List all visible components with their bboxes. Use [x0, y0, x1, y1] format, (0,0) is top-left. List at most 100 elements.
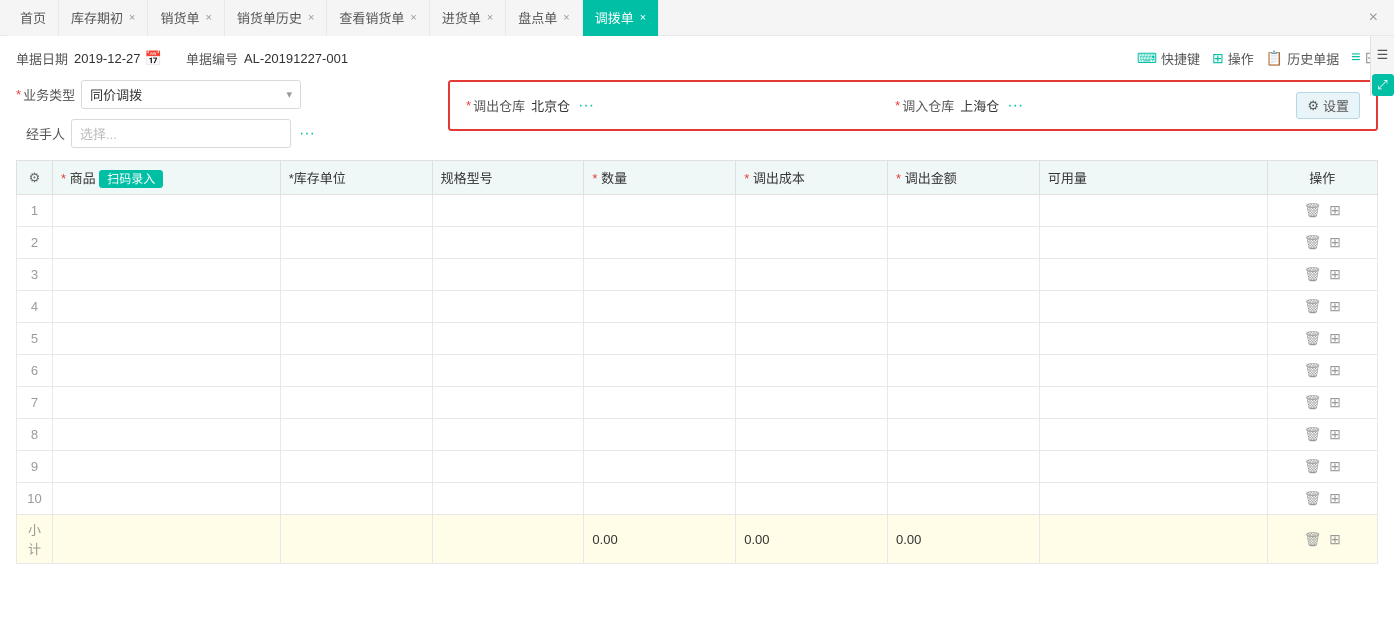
row-delete-icon-1[interactable]: 🗑 [1304, 202, 1322, 218]
close-tab-transfer-order[interactable]: × [640, 12, 646, 24]
row-available-6[interactable] [1039, 355, 1267, 387]
out-warehouse-more-icon[interactable]: ··· [578, 97, 594, 115]
row-amount-4[interactable] [888, 291, 1040, 323]
row-amount-10[interactable] [888, 483, 1040, 515]
close-tab-inventory-init[interactable]: × [129, 12, 135, 24]
row-spec-1[interactable] [432, 195, 584, 227]
row-amount-3[interactable] [888, 259, 1040, 291]
close-tab-view-sales[interactable]: × [410, 12, 416, 24]
row-unit-2[interactable] [280, 227, 432, 259]
row-delete-icon-9[interactable]: 🗑 [1304, 458, 1322, 474]
row-spec-5[interactable] [432, 323, 584, 355]
row-product-5[interactable] [53, 323, 281, 355]
calendar-icon[interactable]: 📅 [145, 50, 162, 67]
row-cost-9[interactable] [736, 451, 888, 483]
row-delete-icon-10[interactable]: 🗑 [1304, 490, 1322, 506]
tab-transfer-order[interactable]: 调拨单 × [583, 0, 659, 36]
row-qty-7[interactable] [584, 387, 736, 419]
row-qty-6[interactable] [584, 355, 736, 387]
row-qty-3[interactable] [584, 259, 736, 291]
row-copy-icon-9[interactable]: ⊞ [1329, 458, 1341, 474]
row-amount-1[interactable] [888, 195, 1040, 227]
row-cost-5[interactable] [736, 323, 888, 355]
row-cost-10[interactable] [736, 483, 888, 515]
row-unit-9[interactable] [280, 451, 432, 483]
tab-sales-order[interactable]: 销货单 × [148, 0, 224, 36]
row-spec-10[interactable] [432, 483, 584, 515]
sidebar-list-icon[interactable]: ☰ [1372, 44, 1394, 66]
warehouse-setting-btn[interactable]: ⚙ 设置 [1296, 92, 1360, 119]
handler-more-icon[interactable]: ··· [299, 125, 315, 143]
subtotal-delete-icon[interactable]: 🗑 [1304, 531, 1322, 547]
row-available-9[interactable] [1039, 451, 1267, 483]
row-amount-8[interactable] [888, 419, 1040, 451]
row-unit-8[interactable] [280, 419, 432, 451]
row-spec-7[interactable] [432, 387, 584, 419]
row-qty-9[interactable] [584, 451, 736, 483]
row-unit-3[interactable] [280, 259, 432, 291]
row-product-4[interactable] [53, 291, 281, 323]
row-available-2[interactable] [1039, 227, 1267, 259]
close-all-tabs[interactable]: × [1361, 9, 1386, 27]
table-gear-icon[interactable]: ⚙ [29, 170, 41, 185]
row-amount-5[interactable] [888, 323, 1040, 355]
row-copy-icon-5[interactable]: ⊞ [1329, 330, 1341, 346]
row-cost-6[interactable] [736, 355, 888, 387]
row-product-8[interactable] [53, 419, 281, 451]
row-copy-icon-2[interactable]: ⊞ [1329, 234, 1341, 250]
row-amount-6[interactable] [888, 355, 1040, 387]
row-spec-4[interactable] [432, 291, 584, 323]
row-product-1[interactable] [53, 195, 281, 227]
row-spec-9[interactable] [432, 451, 584, 483]
row-copy-icon-1[interactable]: ⊞ [1329, 202, 1341, 218]
row-unit-5[interactable] [280, 323, 432, 355]
row-delete-icon-5[interactable]: 🗑 [1304, 330, 1322, 346]
row-qty-5[interactable] [584, 323, 736, 355]
row-copy-icon-10[interactable]: ⊞ [1329, 490, 1341, 506]
row-unit-10[interactable] [280, 483, 432, 515]
row-amount-9[interactable] [888, 451, 1040, 483]
row-spec-2[interactable] [432, 227, 584, 259]
row-product-6[interactable] [53, 355, 281, 387]
row-unit-4[interactable] [280, 291, 432, 323]
row-available-10[interactable] [1039, 483, 1267, 515]
row-qty-4[interactable] [584, 291, 736, 323]
row-available-3[interactable] [1039, 259, 1267, 291]
row-available-8[interactable] [1039, 419, 1267, 451]
row-delete-icon-2[interactable]: 🗑 [1304, 234, 1322, 250]
row-available-4[interactable] [1039, 291, 1267, 323]
row-available-7[interactable] [1039, 387, 1267, 419]
row-product-10[interactable] [53, 483, 281, 515]
tab-view-sales[interactable]: 查看销货单 × [327, 0, 429, 36]
tab-inventory-init[interactable]: 库存期初 × [59, 0, 148, 36]
row-spec-8[interactable] [432, 419, 584, 451]
tab-inventory-count[interactable]: 盘点单 × [506, 0, 582, 36]
row-delete-icon-3[interactable]: 🗑 [1304, 266, 1322, 282]
row-spec-6[interactable] [432, 355, 584, 387]
row-delete-icon-7[interactable]: 🗑 [1304, 394, 1322, 410]
row-qty-2[interactable] [584, 227, 736, 259]
row-amount-7[interactable] [888, 387, 1040, 419]
handler-select[interactable]: 选择... [71, 119, 291, 148]
row-available-1[interactable] [1039, 195, 1267, 227]
scan-entry-btn[interactable]: 扫码录入 [99, 170, 163, 188]
row-qty-8[interactable] [584, 419, 736, 451]
row-cost-4[interactable] [736, 291, 888, 323]
row-product-2[interactable] [53, 227, 281, 259]
close-tab-purchase-order[interactable]: × [487, 12, 493, 24]
row-unit-6[interactable] [280, 355, 432, 387]
row-delete-icon-4[interactable]: 🗑 [1304, 298, 1322, 314]
row-copy-icon-7[interactable]: ⊞ [1329, 394, 1341, 410]
view-list-icon[interactable]: ≡ [1351, 49, 1360, 67]
close-tab-sales-history[interactable]: × [308, 12, 314, 24]
row-copy-icon-8[interactable]: ⊞ [1329, 426, 1341, 442]
row-spec-3[interactable] [432, 259, 584, 291]
row-available-5[interactable] [1039, 323, 1267, 355]
sidebar-expand-icon[interactable]: ⤢ [1372, 74, 1394, 96]
operations-btn[interactable]: ⊞ 操作 [1212, 49, 1254, 68]
row-amount-2[interactable] [888, 227, 1040, 259]
biz-type-select[interactable]: 同价调拨 ▾ [81, 80, 301, 109]
shortcuts-btn[interactable]: ⌨ 快捷键 [1137, 49, 1200, 68]
row-cost-8[interactable] [736, 419, 888, 451]
close-tab-sales-order[interactable]: × [205, 12, 211, 24]
